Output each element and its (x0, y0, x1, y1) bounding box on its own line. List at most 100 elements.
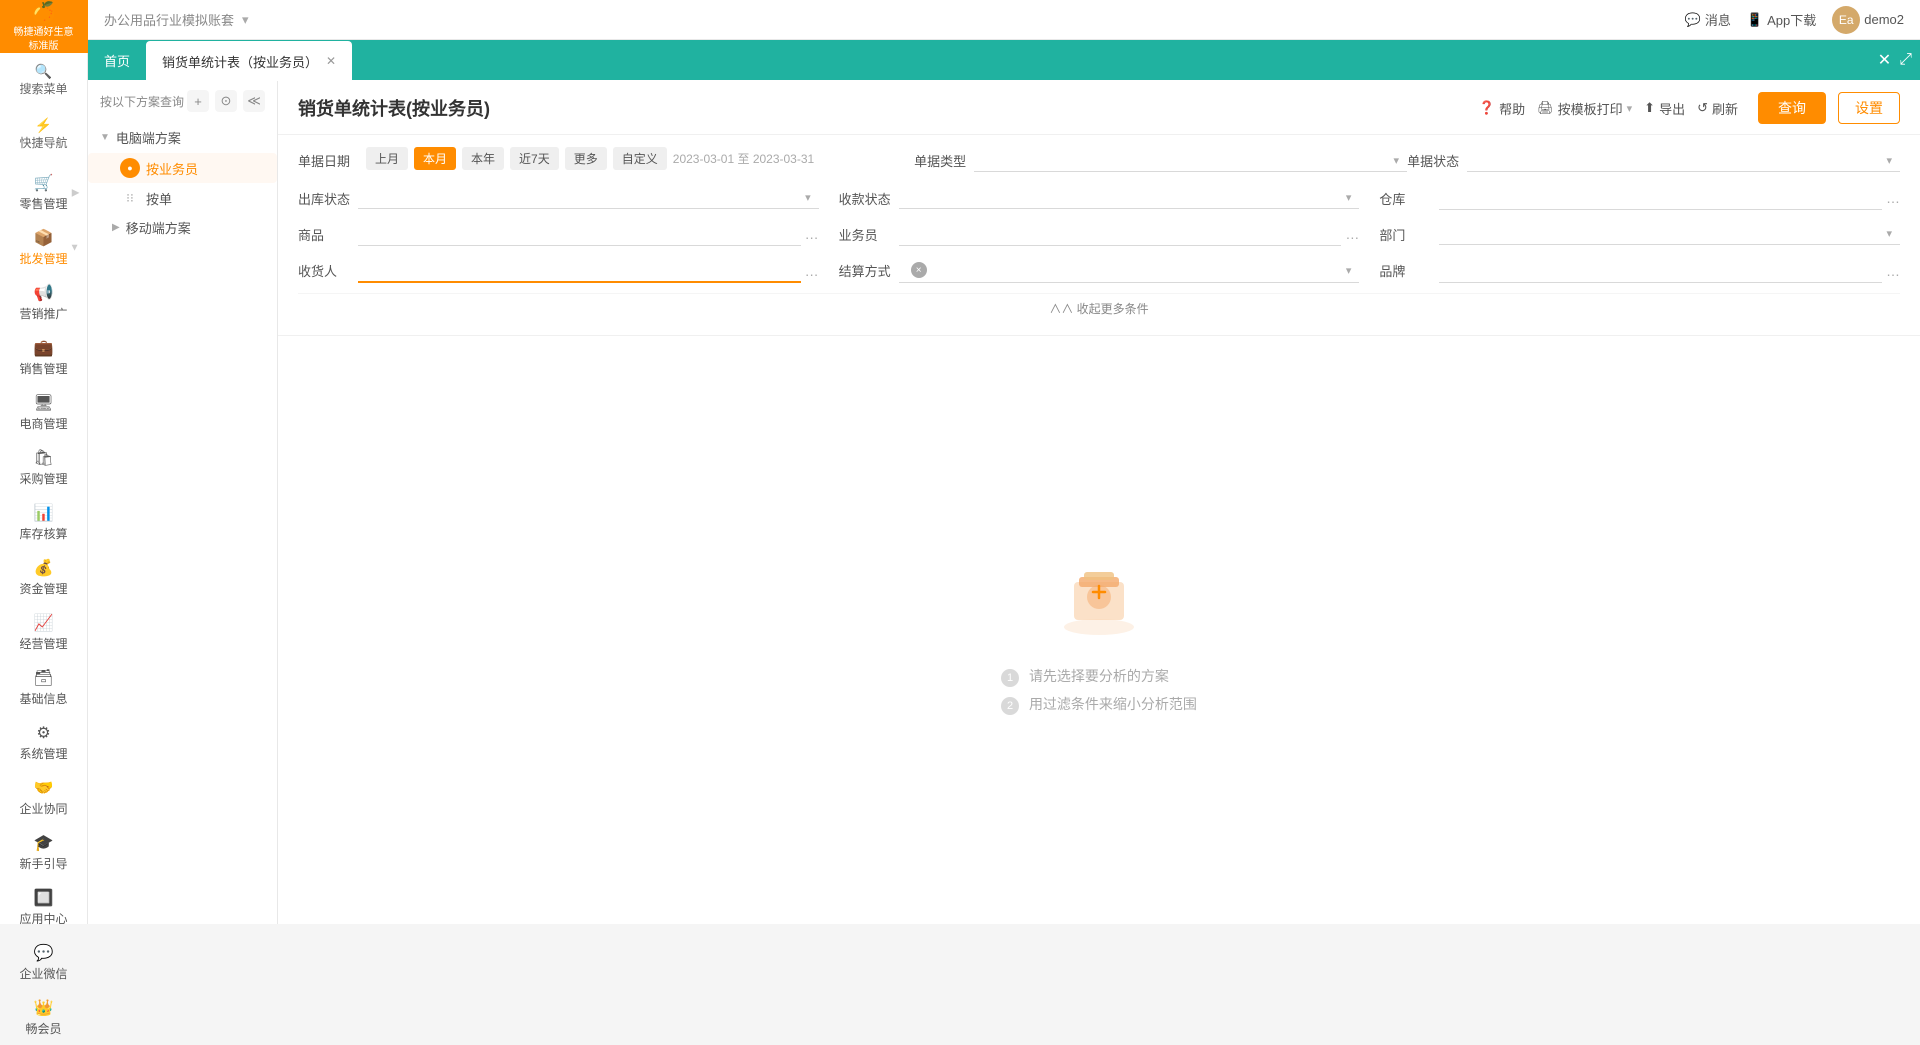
sidebar-item-finance[interactable]: 💰 资金管理 (0, 550, 88, 605)
tab-fullscreen-button[interactable]: ⤢ (1899, 51, 1912, 69)
date-buttons: 上月 本月 本年 近7天 更多 自定义 2023-03-01 至 2023-03… (366, 147, 814, 170)
tree-child-by-salesperson[interactable]: ● 按业务员 (88, 153, 277, 183)
date-btn-last-month[interactable]: 上月 (366, 147, 408, 170)
sidebar-item-basic[interactable]: 🗃 基础信息 (0, 660, 88, 715)
warehouse-dots[interactable]: … (1886, 190, 1900, 206)
arrow-icon-2: ▼ (70, 242, 80, 253)
goods-label: 商品 (298, 225, 358, 244)
filter-area: 单据日期 上月 本月 本年 近7天 更多 自定义 2023-03-01 至 20… (278, 135, 1920, 336)
date-btn-this-year[interactable]: 本年 (462, 147, 504, 170)
filter-item-dept: 部门 ▾ (1379, 223, 1900, 245)
left-panel-icons: + ⊙ ≪ (187, 90, 265, 112)
user-menu[interactable]: Ea demo2 (1832, 6, 1904, 34)
print-dropdown-icon: ▾ (1627, 102, 1633, 115)
tab-sales-stats[interactable]: 销货单统计表（按业务员） ✕ (146, 41, 352, 81)
sidebar-item-ecommerce[interactable]: 🖥 电商管理 (0, 385, 88, 440)
filter-item-settlement: 结算方式 × ▾ (839, 258, 1360, 283)
goods-input[interactable] (358, 222, 801, 246)
sidebar-item-system[interactable]: ⚙ 系统管理 (0, 715, 88, 770)
add-scheme-button[interactable]: + (187, 90, 209, 112)
date-btn-7days[interactable]: 近7天 (510, 147, 559, 170)
print-button[interactable]: 🖨 按模板打印 ▾ (1537, 99, 1632, 118)
collapse-panel-button[interactable]: ≪ (243, 90, 265, 112)
brand-input[interactable] (1439, 259, 1882, 283)
doc-status-select[interactable]: ▾ (1467, 150, 1900, 172)
settlement-clear-button[interactable]: × (911, 262, 927, 278)
sidebar-item-newbie[interactable]: 🎓 新手引导 (0, 825, 88, 880)
date-btn-this-month[interactable]: 本月 (414, 147, 456, 170)
sidebar-item-sales[interactable]: 💼 销售管理 (0, 330, 88, 385)
dept-chevron: ▾ (1886, 227, 1892, 240)
out-status-select[interactable]: ▾ (358, 187, 819, 209)
date-btn-more[interactable]: 更多 (565, 147, 607, 170)
query-button[interactable]: 查询 (1758, 92, 1826, 124)
arrow-icon: ▶ (72, 187, 80, 198)
search-menu[interactable]: 🔍 搜索菜单 (0, 53, 87, 103)
tab-close-icon[interactable]: ✕ (326, 54, 336, 68)
quick-nav[interactable]: ⚡ 快捷导航 (19, 111, 67, 157)
sidebar-item-retail[interactable]: 🛒 零售管理 ▶ (0, 165, 88, 220)
doc-type-select[interactable]: ▾ (974, 150, 1407, 172)
sidebar-item-member[interactable]: 👑 畅会员 (0, 990, 88, 1045)
consignee-label: 收货人 (298, 261, 358, 280)
sidebar-item-purchase[interactable]: 🛍 采购管理 (0, 440, 88, 495)
tab-close-all-button[interactable]: ✕ (1878, 50, 1891, 70)
app-download-button[interactable]: 📱 App下载 (1747, 10, 1816, 29)
tree-child-by-order[interactable]: ⁝⁝ 按单 (88, 183, 277, 213)
collapse-icon: ∧∧ (1049, 302, 1076, 316)
sidebar-item-inventory[interactable]: 📊 库存核算 (0, 495, 88, 550)
sidebar-item-enterprise[interactable]: 🤝 企业协同 (0, 770, 88, 825)
settings-scheme-button[interactable]: ⊙ (215, 90, 237, 112)
sidebar: 🍊 畅捷通好生意 标准版 🔍 搜索菜单 ⚡ 快捷导航 🛒 零售管理 ▶ 📦 批发… (0, 0, 88, 924)
filter-item-out-status: 出库状态 ▾ (298, 187, 819, 209)
refresh-button[interactable]: ↺ 刷新 (1697, 99, 1738, 118)
filter-row-date: 单据日期 上月 本月 本年 近7天 更多 自定义 2023-03-01 至 20… (298, 147, 1900, 174)
topbar-dropdown-icon[interactable]: ▾ (242, 12, 249, 28)
settings-button[interactable]: 设置 (1838, 92, 1900, 124)
collect-status-select[interactable]: ▾ (899, 187, 1360, 209)
collapse-filter-button[interactable]: ∧∧ 收起更多条件 (298, 293, 1900, 323)
message-icon: 💬 (1685, 12, 1701, 28)
app-logo: 🍊 畅捷通好生意 标准版 (0, 0, 88, 53)
filter-item-salesperson: 业务员 … (839, 222, 1360, 246)
sidebar-item-wechat[interactable]: 💬 企业微信 (0, 935, 88, 990)
tree-parent-mobile[interactable]: ▶ 移动端方案 (88, 213, 277, 242)
collect-status-chevron: ▾ (1346, 191, 1352, 204)
left-panel: 按以下方案查询 + ⊙ ≪ ▼ 电脑端方案 ● 按业务员 ⁝⁝ (88, 80, 278, 924)
logo-icon: 🍊 (31, 0, 56, 26)
brand-label: 品牌 (1379, 261, 1439, 280)
dept-label: 部门 (1379, 225, 1439, 244)
tab-home[interactable]: 首页 (88, 40, 146, 80)
message-button[interactable]: 💬 消息 (1685, 10, 1731, 29)
topbar: 办公用品行业模拟账套 ▾ 💬 消息 📱 App下载 Ea demo2 (88, 0, 1920, 40)
goods-dots[interactable]: … (805, 226, 819, 242)
dept-select[interactable]: ▾ (1439, 223, 1900, 245)
salesperson-input[interactable] (899, 222, 1342, 246)
filter-row-4: 收货人 … 结算方式 × ▾ 品牌 (298, 258, 1900, 283)
sidebar-item-operations[interactable]: 📈 经营管理 (0, 605, 88, 660)
consignee-dots[interactable]: … (805, 263, 819, 279)
scheme-icon-plain: ⁝⁝ (120, 188, 140, 208)
filter-row-2: 出库状态 ▾ 收款状态 ▾ 仓库 (298, 186, 1900, 210)
sidebar-item-apps[interactable]: 🔲 应用中心 (0, 880, 88, 935)
out-status-chevron: ▾ (805, 191, 811, 204)
download-icon: 📱 (1747, 12, 1763, 28)
brand-dots[interactable]: … (1886, 263, 1900, 279)
export-button[interactable]: ⬆ 导出 (1644, 99, 1685, 118)
expand-icon-mobile: ▶ (112, 222, 120, 233)
empty-illustration (1049, 542, 1149, 642)
salesperson-label: 业务员 (839, 225, 899, 244)
warehouse-input[interactable] (1439, 186, 1882, 210)
sidebar-item-wholesale[interactable]: 📦 批发管理 ▼ (0, 220, 88, 275)
hint-num-1: 1 (1001, 669, 1019, 687)
doc-type-label: 单据类型 (914, 151, 974, 170)
consignee-input[interactable] (358, 258, 801, 283)
expand-icon: ▼ (100, 132, 110, 143)
doc-type-chevron: ▾ (1394, 154, 1400, 167)
help-button[interactable]: ❓ 帮助 (1479, 99, 1525, 118)
settlement-select[interactable]: × ▾ (899, 258, 1360, 283)
date-btn-custom[interactable]: 自定义 (613, 147, 667, 170)
tree-parent-desktop[interactable]: ▼ 电脑端方案 (88, 122, 277, 153)
salesperson-dots[interactable]: … (1345, 226, 1359, 242)
sidebar-item-marketing[interactable]: 📢 营销推广 (0, 275, 88, 330)
